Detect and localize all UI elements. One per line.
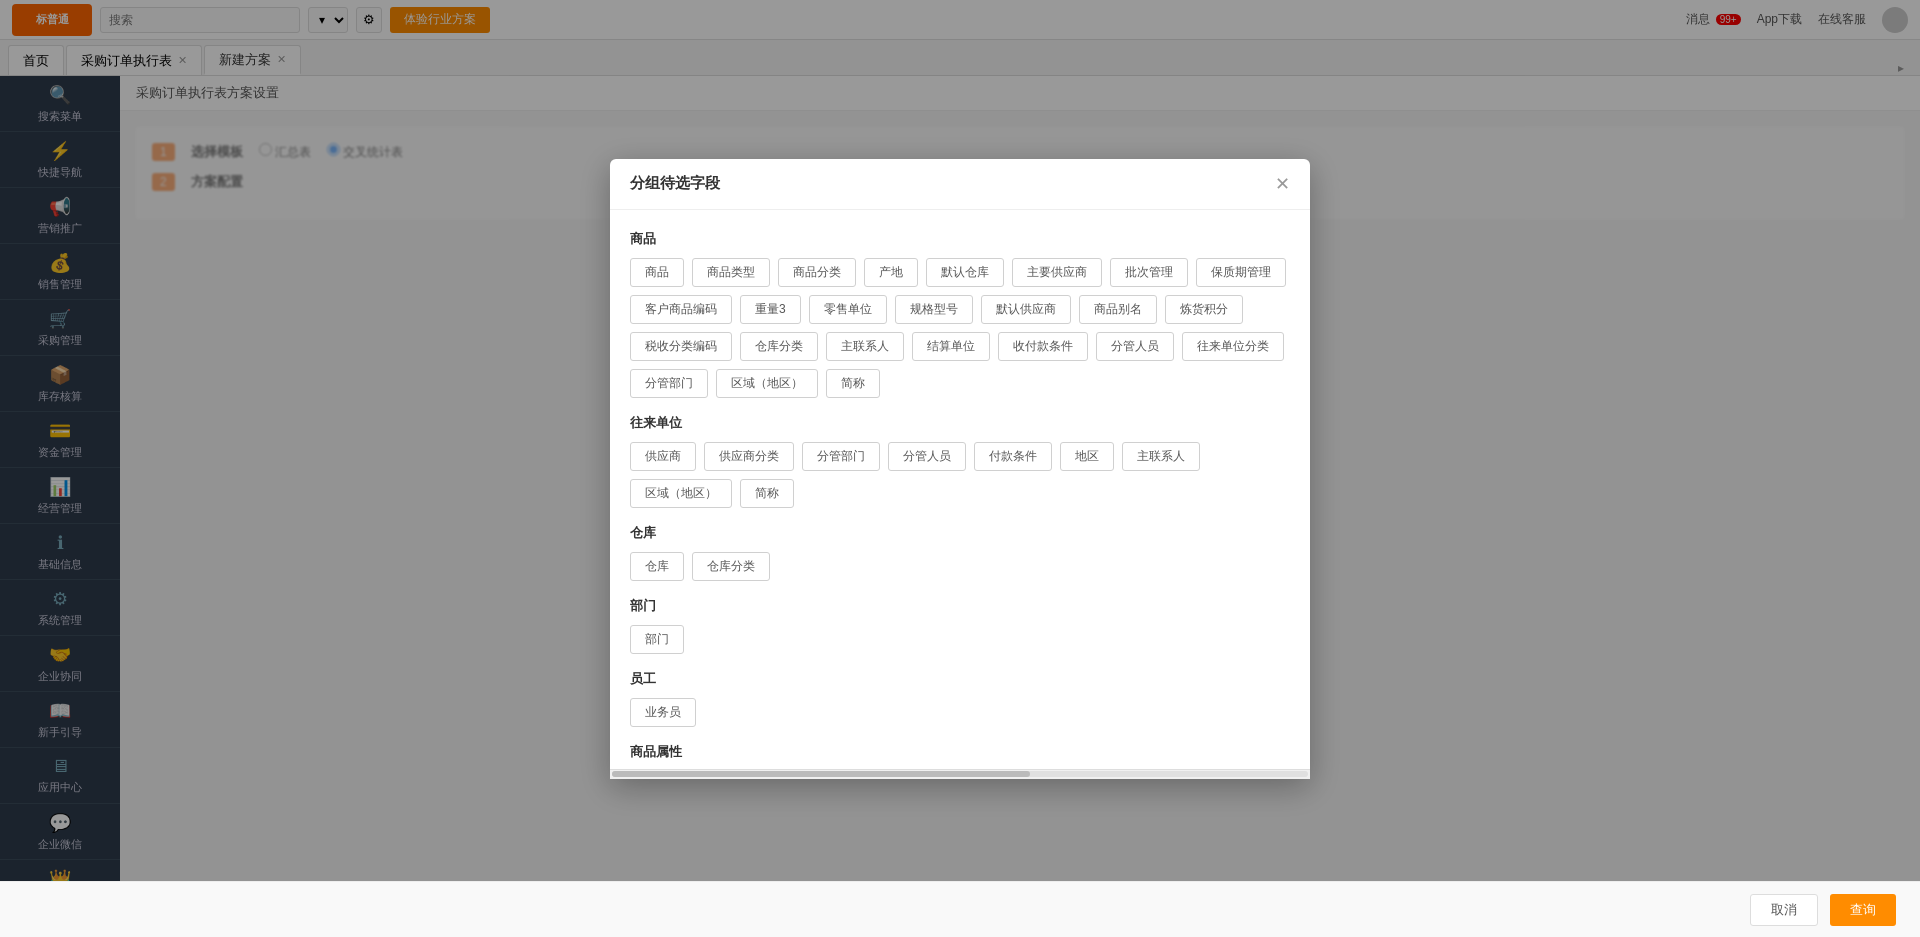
modal-scrollbar[interactable]	[610, 769, 1310, 779]
field-select-modal: 分组待选字段 ✕ 商品商品商品类型商品分类产地默认仓库主要供应商批次管理保质期管…	[610, 159, 1310, 779]
field-chip[interactable]: 分管部门	[630, 369, 708, 398]
field-chip[interactable]: 客户商品编码	[630, 295, 732, 324]
field-chip[interactable]: 炼货积分	[1165, 295, 1243, 324]
field-grid-部门: 部门	[630, 625, 1290, 654]
field-chip[interactable]: 零售单位	[809, 295, 887, 324]
field-chip[interactable]: 地区	[1060, 442, 1114, 471]
scrollbar-track	[612, 771, 1308, 777]
confirm-button[interactable]: 查询	[1830, 894, 1896, 926]
field-grid-商品: 商品商品类型商品分类产地默认仓库主要供应商批次管理保质期管理客户商品编码重量3 零…	[630, 258, 1290, 398]
section-title-商品属性: 商品属性	[630, 743, 1290, 761]
field-chip[interactable]: 默认仓库	[926, 258, 1004, 287]
field-chip[interactable]: 批次管理	[1110, 258, 1188, 287]
field-chip[interactable]: 简称	[740, 479, 794, 508]
section-title-仓库: 仓库	[630, 524, 1290, 542]
field-chip[interactable]: 分管部门	[802, 442, 880, 471]
field-grid-员工: 业务员	[630, 698, 1290, 727]
field-chip[interactable]: 税收分类编码	[630, 332, 732, 361]
field-chip[interactable]: 商品别名	[1079, 295, 1157, 324]
field-chip[interactable]: 区域（地区）	[630, 479, 732, 508]
field-chip[interactable]: 收付款条件	[998, 332, 1088, 361]
field-chip[interactable]: 分管人员	[888, 442, 966, 471]
field-chip[interactable]: 主联系人	[826, 332, 904, 361]
section-title-部门: 部门	[630, 597, 1290, 615]
section-title-员工: 员工	[630, 670, 1290, 688]
field-grid-仓库: 仓库仓库分类	[630, 552, 1290, 581]
field-chip[interactable]: 默认供应商	[981, 295, 1071, 324]
field-chip[interactable]: 主联系人	[1122, 442, 1200, 471]
field-chip[interactable]: 仓库	[630, 552, 684, 581]
field-chip[interactable]: 保质期管理	[1196, 258, 1286, 287]
field-chip[interactable]: 业务员	[630, 698, 696, 727]
modal-overlay: 分组待选字段 ✕ 商品商品商品类型商品分类产地默认仓库主要供应商批次管理保质期管…	[0, 0, 1920, 937]
field-chip[interactable]: 规格型号	[895, 295, 973, 324]
field-chip[interactable]: 付款条件	[974, 442, 1052, 471]
scrollbar-thumb	[612, 771, 1030, 777]
field-chip[interactable]: 往来单位分类	[1182, 332, 1284, 361]
field-chip[interactable]: 重量3	[740, 295, 801, 324]
field-chip[interactable]: 仓库分类	[740, 332, 818, 361]
field-chip[interactable]: 商品	[630, 258, 684, 287]
field-chip[interactable]: 商品类型	[692, 258, 770, 287]
field-chip[interactable]: 分管人员	[1096, 332, 1174, 361]
modal-close-button[interactable]: ✕	[1275, 173, 1290, 195]
cancel-button[interactable]: 取消	[1750, 894, 1818, 926]
field-chip[interactable]: 仓库分类	[692, 552, 770, 581]
field-chip[interactable]: 供应商分类	[704, 442, 794, 471]
section-title-往来单位: 往来单位	[630, 414, 1290, 432]
field-grid-往来单位: 供应商供应商分类分管部门分管人员付款条件地区主联系人区域（地区） 简称	[630, 442, 1290, 508]
field-chip[interactable]: 结算单位	[912, 332, 990, 361]
field-chip[interactable]: 商品分类	[778, 258, 856, 287]
field-chip[interactable]: 主要供应商	[1012, 258, 1102, 287]
modal-footer: 取消 查询	[0, 881, 1920, 937]
field-chip[interactable]: 产地	[864, 258, 918, 287]
field-chip[interactable]: 供应商	[630, 442, 696, 471]
section-title-商品: 商品	[630, 230, 1290, 248]
modal-title: 分组待选字段	[630, 174, 720, 193]
modal-header: 分组待选字段 ✕	[610, 159, 1310, 210]
modal-body[interactable]: 商品商品商品类型商品分类产地默认仓库主要供应商批次管理保质期管理客户商品编码重量…	[610, 210, 1310, 769]
field-chip[interactable]: 部门	[630, 625, 684, 654]
field-chip[interactable]: 简称	[826, 369, 880, 398]
field-chip[interactable]: 区域（地区）	[716, 369, 818, 398]
